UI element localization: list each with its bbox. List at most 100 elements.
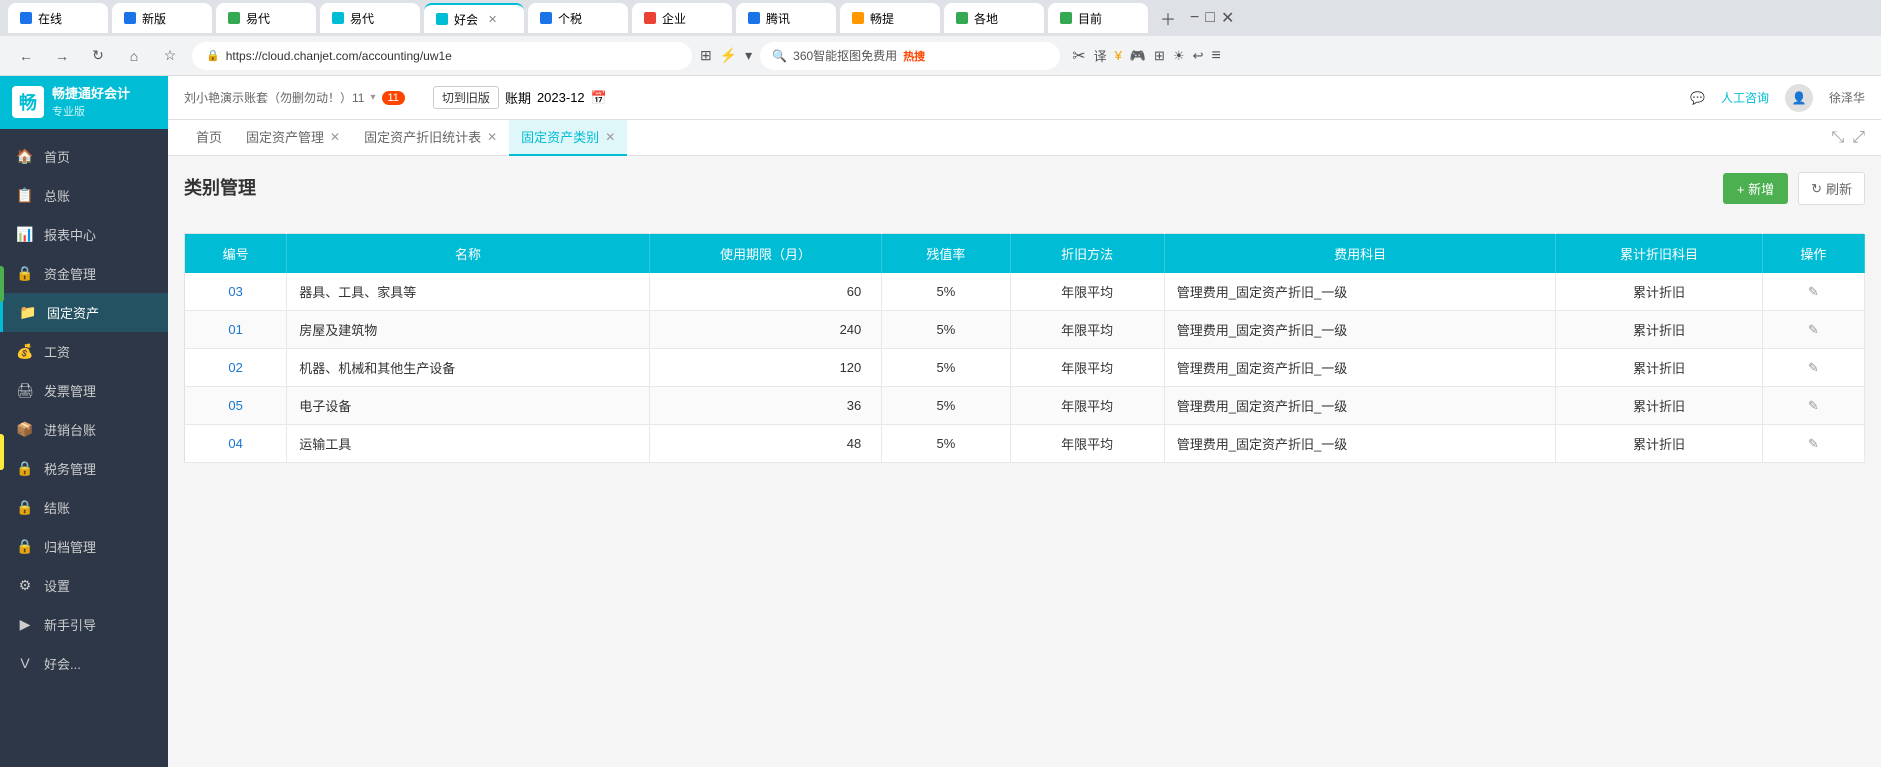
- reload-btn[interactable]: ↻: [84, 42, 112, 70]
- browser-tab-yidai2[interactable]: 易代: [320, 3, 420, 33]
- cell-method: 年限平均: [1010, 425, 1164, 463]
- site-settings-icon[interactable]: ⊞: [700, 47, 712, 64]
- currency-icon[interactable]: ¥: [1115, 48, 1122, 63]
- user-info: 刘小艳演示账套（勿删勿动！）11 ▾ 11: [184, 89, 405, 106]
- back-btn[interactable]: ←: [12, 42, 40, 70]
- cell-action[interactable]: ✎: [1762, 349, 1864, 387]
- browser-tab-changjie[interactable]: 畅提: [840, 3, 940, 33]
- consult-icon[interactable]: 💬: [1690, 91, 1705, 105]
- cell-action[interactable]: ✎: [1762, 425, 1864, 463]
- game-icon[interactable]: 🎮: [1130, 48, 1146, 64]
- consult-label[interactable]: 人工咨询: [1721, 89, 1769, 106]
- sidebar-item-archive[interactable]: 🔒 归档管理: [0, 527, 168, 566]
- search-bar[interactable]: 🔍 360智能抠图免费用 热搜: [760, 42, 1060, 70]
- sidebar-item-tax-label: 税务管理: [44, 459, 96, 478]
- forward-btn[interactable]: →: [48, 42, 76, 70]
- sidebar-item-tax[interactable]: 🔒 税务管理: [0, 449, 168, 488]
- translate-icon[interactable]: 译: [1094, 46, 1107, 65]
- add-btn[interactable]: + 新增: [1723, 173, 1788, 204]
- edit-icon[interactable]: ✎: [1808, 436, 1819, 451]
- sidebar-item-more-label: 好会...: [44, 654, 81, 673]
- search-icon: 🔍: [772, 49, 787, 63]
- home-btn[interactable]: ⌂: [120, 42, 148, 70]
- sidebar-item-reports[interactable]: 📊 报表中心: [0, 215, 168, 254]
- cell-action[interactable]: ✎: [1762, 273, 1864, 311]
- close-fixed-asset-mgmt-icon[interactable]: ✕: [330, 130, 340, 144]
- cell-name: 电子设备: [287, 387, 650, 425]
- cell-action[interactable]: ✎: [1762, 311, 1864, 349]
- sidebar-item-more[interactable]: V 好会...: [0, 644, 168, 683]
- user-name: 徐泽华: [1829, 89, 1865, 106]
- browser-tab-haohui[interactable]: 好会 ✕: [424, 3, 524, 33]
- page-tab-home[interactable]: 首页: [184, 120, 234, 156]
- calendar-icon[interactable]: 📅: [591, 90, 607, 106]
- period-area: 切到旧版 账期 2023-12 📅: [433, 86, 607, 109]
- tab-expand-btn[interactable]: ⤡ ⤢: [1831, 129, 1865, 147]
- browser-tab-tencent[interactable]: 腾讯: [736, 3, 836, 33]
- browser-tab-online[interactable]: 在线: [8, 3, 108, 33]
- close-tab-icon[interactable]: ✕: [488, 13, 497, 26]
- page-tab-depreciation[interactable]: 固定资产折旧统计表 ✕: [352, 120, 509, 156]
- cell-name: 运输工具: [287, 425, 650, 463]
- sidebar-item-payroll-label: 工资: [44, 342, 70, 361]
- undo-icon[interactable]: ↩: [1193, 48, 1204, 64]
- close-window-btn[interactable]: ✕: [1221, 8, 1234, 28]
- sidebar-item-home[interactable]: 🏠 首页: [0, 137, 168, 176]
- collapse-icon[interactable]: ⤡: [1831, 129, 1844, 147]
- grid-icon[interactable]: ⊞: [1154, 48, 1165, 64]
- cell-expense: 管理费用_固定资产折旧_一级: [1164, 311, 1556, 349]
- address-bar[interactable]: 🔒 https://cloud.chanjet.com/accounting/u…: [192, 42, 692, 70]
- scissors-icon[interactable]: ✂: [1072, 46, 1085, 66]
- user-avatar[interactable]: 👤: [1785, 84, 1813, 112]
- close-depreciation-icon[interactable]: ✕: [487, 130, 497, 144]
- bookmark-btn[interactable]: ☆: [156, 42, 184, 70]
- cell-action[interactable]: ✎: [1762, 387, 1864, 425]
- sidebar-item-general-ledger[interactable]: 📋 总账: [0, 176, 168, 215]
- browser-tab-enterprise[interactable]: 企业: [632, 3, 732, 33]
- dropdown-arrow-icon[interactable]: ▾: [745, 47, 752, 64]
- browser-tab-new[interactable]: 新版: [112, 3, 212, 33]
- dropdown-arrow[interactable]: ▾: [370, 92, 375, 103]
- cell-code: 05: [185, 387, 287, 425]
- refresh-label: 刷新: [1826, 179, 1852, 198]
- sidebar-item-settlement[interactable]: 🔒 结账: [0, 488, 168, 527]
- settlement-icon: 🔒: [16, 498, 34, 516]
- edit-icon[interactable]: ✎: [1808, 360, 1819, 375]
- table-row: 01 房屋及建筑物 240 5% 年限平均 管理费用_固定资产折旧_一级 累计折…: [185, 311, 1865, 349]
- page-tab-fixed-asset-mgmt[interactable]: 固定资产管理 ✕: [234, 120, 352, 156]
- cell-residual: 5%: [882, 273, 1010, 311]
- col-accumulated: 累计折旧科目: [1556, 234, 1762, 274]
- page-tab-category[interactable]: 固定资产类别 ✕: [509, 120, 627, 156]
- sidebar-item-settings[interactable]: ⚙ 设置: [0, 566, 168, 605]
- sidebar-item-archive-label: 归档管理: [44, 537, 96, 556]
- browser-tab-geshui[interactable]: 个税: [528, 3, 628, 33]
- sidebar-item-inventory[interactable]: 📦 进销台账: [0, 410, 168, 449]
- edit-icon[interactable]: ✎: [1808, 322, 1819, 337]
- sidebar-item-guide[interactable]: ▶ 新手引导: [0, 605, 168, 644]
- sun-icon[interactable]: ☀: [1173, 48, 1185, 64]
- minimize-btn[interactable]: −: [1190, 9, 1199, 27]
- cell-months: 240: [649, 311, 881, 349]
- sidebar-item-invoice[interactable]: 🖨 发票管理: [0, 371, 168, 410]
- cell-code: 02: [185, 349, 287, 387]
- sidebar-item-fund[interactable]: 🔒 资金管理: [0, 254, 168, 293]
- sidebar-item-fixed-assets[interactable]: 📁 固定资产: [0, 293, 168, 332]
- edit-icon[interactable]: ✎: [1808, 284, 1819, 299]
- switch-version-btn[interactable]: 切到旧版: [433, 86, 499, 109]
- cell-expense: 管理费用_固定资产折旧_一级: [1164, 425, 1556, 463]
- more-icon: V: [16, 654, 34, 672]
- browser-tab-muqian[interactable]: 目前: [1048, 3, 1148, 33]
- browser-tab-gedi[interactable]: 各地: [944, 3, 1044, 33]
- expand-icon[interactable]: ⤢: [1852, 129, 1865, 147]
- maximize-btn[interactable]: □: [1205, 9, 1215, 27]
- lightning-icon[interactable]: ⚡: [720, 47, 737, 64]
- browser-tab-yidai1[interactable]: 易代: [216, 3, 316, 33]
- sidebar-item-payroll[interactable]: 💰 工资: [0, 332, 168, 371]
- cell-expense: 管理费用_固定资产折旧_一级: [1164, 273, 1556, 311]
- edit-icon[interactable]: ✎: [1808, 398, 1819, 413]
- refresh-btn[interactable]: ↻ 刷新: [1798, 172, 1865, 205]
- cell-name: 机器、机械和其他生产设备: [287, 349, 650, 387]
- close-category-icon[interactable]: ✕: [605, 130, 615, 144]
- menu-icon[interactable]: ≡: [1212, 47, 1221, 65]
- new-tab-btn[interactable]: ＋: [1160, 6, 1176, 30]
